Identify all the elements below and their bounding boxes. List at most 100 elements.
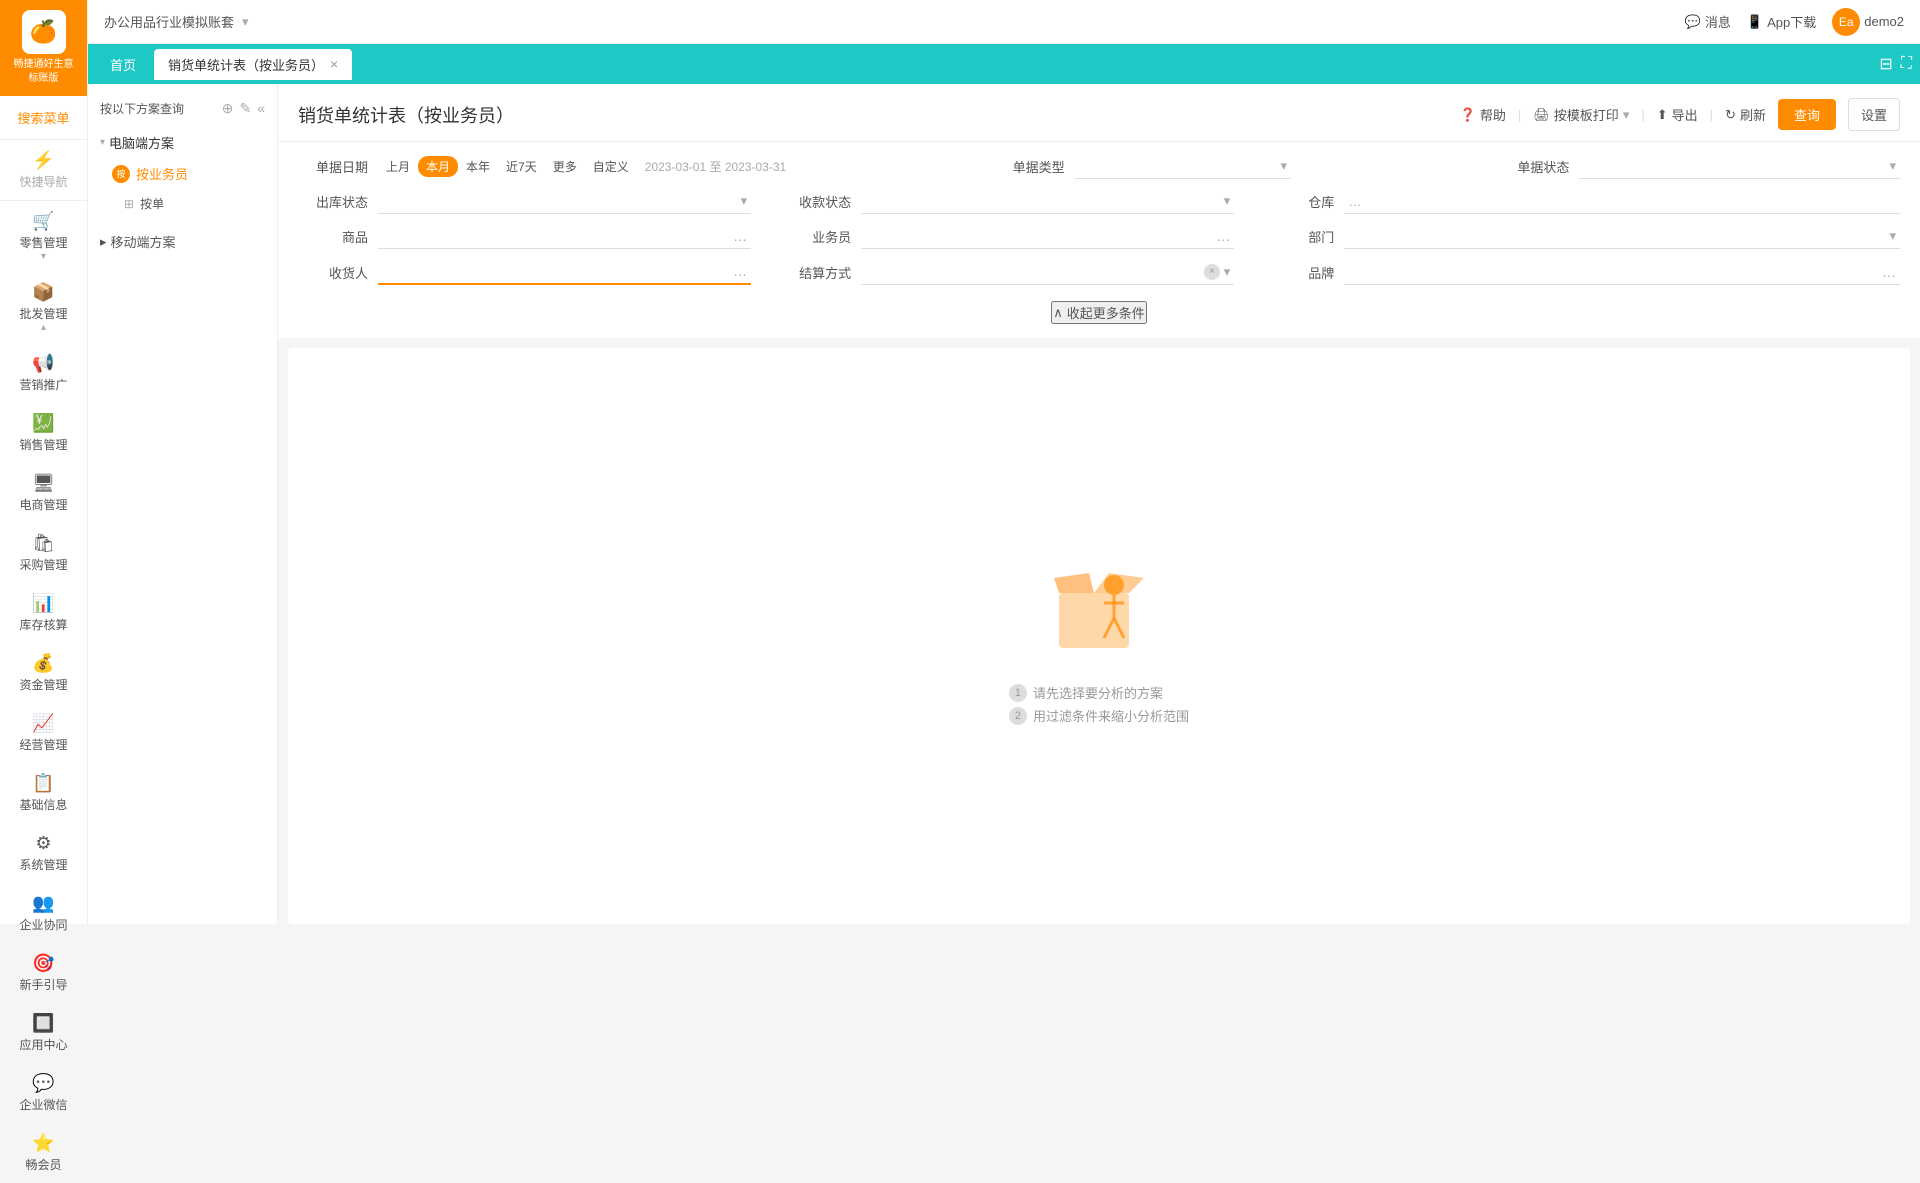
salesman-label: 业务员 bbox=[781, 227, 861, 246]
app-download-label: App下载 bbox=[1767, 12, 1816, 31]
type-label: 单据类型 bbox=[995, 157, 1075, 176]
page-header: 销货单统计表（按业务员） ❓ 帮助 | 🖨 按模板打印 ▾ | ⬆ bbox=[278, 84, 1920, 142]
empty-state: 1 请先选择要分析的方案 2 用过滤条件来缩小分析范围 bbox=[1009, 543, 1189, 729]
date-this-year[interactable]: 本年 bbox=[458, 155, 498, 178]
message-icon: 💬 bbox=[1685, 14, 1701, 30]
tab-sales-stats[interactable]: 销货单统计表（按业务员） × bbox=[154, 49, 352, 80]
finance-icon: 💰 bbox=[32, 653, 54, 674]
sidebar-item-inventory[interactable]: 📊 库存核算 bbox=[0, 583, 87, 643]
date-more[interactable]: 更多 bbox=[545, 155, 585, 178]
salesman-scheme-label: 按业务员 bbox=[136, 164, 188, 183]
app-download-action[interactable]: 📱 App下载 bbox=[1747, 12, 1816, 31]
sidebar-item-system[interactable]: ⚙ 系统管理 bbox=[0, 823, 87, 883]
tab-home[interactable]: 首页 bbox=[96, 49, 150, 80]
retail-icon: 🛒 bbox=[32, 211, 54, 232]
desktop-scheme-arrow: ▾ bbox=[100, 137, 105, 148]
user-action[interactable]: Ea demo2 bbox=[1832, 8, 1904, 36]
order-scheme-icon: ⊞ bbox=[124, 197, 134, 211]
consignee-label: 收货人 bbox=[298, 263, 378, 282]
sidebar-item-quick-nav-label: 快捷导航 bbox=[19, 173, 67, 190]
sidebar-item-finance[interactable]: 💰 资金管理 bbox=[0, 643, 87, 703]
edit-scheme-icon[interactable]: ✎ bbox=[239, 100, 251, 117]
search-menu[interactable]: 搜索菜单 bbox=[0, 96, 87, 140]
date-7-days[interactable]: 近7天 bbox=[498, 155, 545, 178]
sales-icon: 💹 bbox=[32, 413, 54, 434]
tab-expand-icon[interactable]: ⛶ bbox=[1901, 55, 1912, 73]
print-action[interactable]: 🖨 按模板打印 ▾ bbox=[1533, 105, 1629, 124]
settle-label: 结算方式 bbox=[781, 263, 861, 282]
desktop-scheme-group: ▾ 电脑端方案 按 按业务员 ⊞ 按单 bbox=[88, 123, 277, 222]
tab-close-icon[interactable]: × bbox=[330, 56, 338, 72]
help-action[interactable]: ❓ 帮助 bbox=[1460, 105, 1506, 124]
empty-tip-1: 1 请先选择要分析的方案 bbox=[1009, 683, 1189, 702]
collapse-panel-icon[interactable]: « bbox=[257, 100, 265, 117]
warehouse-label: 仓库 bbox=[1264, 192, 1344, 211]
sidebar-item-member[interactable]: ⭐ 畅会员 bbox=[0, 1123, 87, 1183]
wholesale-icon: 📦 bbox=[32, 282, 54, 303]
sidebar-item-management[interactable]: 📈 经营管理 bbox=[0, 703, 87, 763]
print-label: 按模板打印 bbox=[1554, 105, 1619, 124]
consignee-dots[interactable]: … bbox=[733, 263, 747, 279]
refresh-label: 刷新 bbox=[1740, 105, 1766, 124]
desktop-scheme-header[interactable]: ▾ 电脑端方案 bbox=[88, 127, 277, 158]
date-custom[interactable]: 自定义 bbox=[585, 155, 637, 178]
top-menu-label: 办公用品行业模拟账套 bbox=[104, 12, 234, 31]
sidebar-item-app-center[interactable]: 🔲 应用中心 bbox=[0, 1003, 87, 1063]
settle-clear-btn[interactable]: × bbox=[1204, 264, 1220, 280]
date-this-month[interactable]: 本月 bbox=[418, 156, 458, 177]
divider2: | bbox=[1641, 107, 1644, 122]
data-area: 1 请先选择要分析的方案 2 用过滤条件来缩小分析范围 bbox=[288, 348, 1910, 924]
topbar-right: 💬 消息 📱 App下载 Ea demo2 bbox=[1685, 8, 1904, 36]
filter-row-2: 出库状态 ▾ 收款状态 ▾ 仓库 … bbox=[298, 189, 1900, 214]
sidebar-item-sales[interactable]: 💹 销售管理 bbox=[0, 403, 87, 463]
salesman-scheme-dot: 按 bbox=[112, 165, 130, 183]
sidebar-item-retail[interactable]: 🛒 零售管理 ▾ bbox=[0, 201, 87, 272]
message-action[interactable]: 💬 消息 bbox=[1685, 12, 1731, 31]
sidebar-item-basic-info[interactable]: 📋 基础信息 bbox=[0, 763, 87, 823]
quick-nav-icon: ⚡ bbox=[32, 150, 54, 171]
collaboration-icon: 👥 bbox=[32, 893, 54, 914]
warehouse-input[interactable]: … bbox=[1348, 194, 1896, 209]
tip-num-2: 2 bbox=[1009, 707, 1027, 725]
scheme-item-salesman[interactable]: 按 按业务员 bbox=[88, 158, 277, 189]
brand-dots[interactable]: … bbox=[1882, 264, 1896, 280]
inventory-icon: 📊 bbox=[32, 593, 54, 614]
empty-tip-2: 2 用过滤条件来缩小分析范围 bbox=[1009, 706, 1189, 725]
empty-box-svg bbox=[1039, 543, 1159, 663]
sidebar-item-quick-nav[interactable]: ⚡ 快捷导航 bbox=[0, 140, 87, 201]
query-button[interactable]: 查询 bbox=[1778, 99, 1836, 130]
sidebar-item-collaboration[interactable]: 👥 企业协同 bbox=[0, 883, 87, 943]
goods-dots[interactable]: … bbox=[733, 228, 747, 244]
page-title: 销货单统计表（按业务员） bbox=[298, 102, 514, 128]
refresh-action[interactable]: ↻ 刷新 bbox=[1725, 105, 1766, 124]
divider1: | bbox=[1518, 107, 1521, 122]
goods-label: 商品 bbox=[298, 227, 378, 246]
sidebar-item-marketing[interactable]: 📢 营销推广 bbox=[0, 343, 87, 403]
active-tab-label: 销货单统计表（按业务员） bbox=[168, 55, 324, 74]
collapse-button[interactable]: ∧ 收起更多条件 bbox=[1051, 301, 1147, 324]
sidebar-item-guide[interactable]: 🎯 新手引导 bbox=[0, 943, 87, 1003]
export-label: 导出 bbox=[1672, 105, 1698, 124]
print-arrow: ▾ bbox=[1623, 107, 1630, 123]
member-icon: ⭐ bbox=[32, 1133, 54, 1154]
date-last-month[interactable]: 上月 bbox=[378, 155, 418, 178]
print-icon: 🖨 bbox=[1533, 107, 1550, 123]
export-action[interactable]: ⬆ 导出 bbox=[1657, 105, 1698, 124]
scheme-sub-item-by-order[interactable]: ⊞ 按单 bbox=[88, 189, 277, 218]
sidebar-item-ecommerce[interactable]: 🖥 电商管理 bbox=[0, 463, 87, 523]
sidebar-item-enterprise-wechat[interactable]: 💬 企业微信 bbox=[0, 1063, 87, 1123]
add-scheme-icon[interactable]: ⊕ bbox=[222, 100, 234, 117]
phone-icon: 📱 bbox=[1747, 14, 1763, 30]
tab-minimize-icon[interactable]: ⊟ bbox=[1879, 54, 1892, 74]
settings-button[interactable]: 设置 bbox=[1848, 98, 1900, 131]
mobile-scheme-header[interactable]: ▸ 移动端方案 bbox=[88, 226, 277, 257]
sidebar-item-wholesale[interactable]: 📦 批发管理 ▴ bbox=[0, 272, 87, 343]
logo-icon: 🍊 bbox=[22, 10, 66, 54]
empty-tips: 1 请先选择要分析的方案 2 用过滤条件来缩小分析范围 bbox=[1009, 683, 1189, 729]
panel-header: 按以下方案查询 ⊕ ✎ « bbox=[88, 94, 277, 123]
salesman-dots[interactable]: … bbox=[1216, 228, 1230, 244]
type-dropdown-icon: ▾ bbox=[1280, 158, 1287, 174]
username: demo2 bbox=[1864, 14, 1904, 29]
sidebar-item-purchase[interactable]: 🛍 采购管理 bbox=[0, 523, 87, 583]
panel-header-label: 按以下方案查询 bbox=[100, 100, 184, 117]
